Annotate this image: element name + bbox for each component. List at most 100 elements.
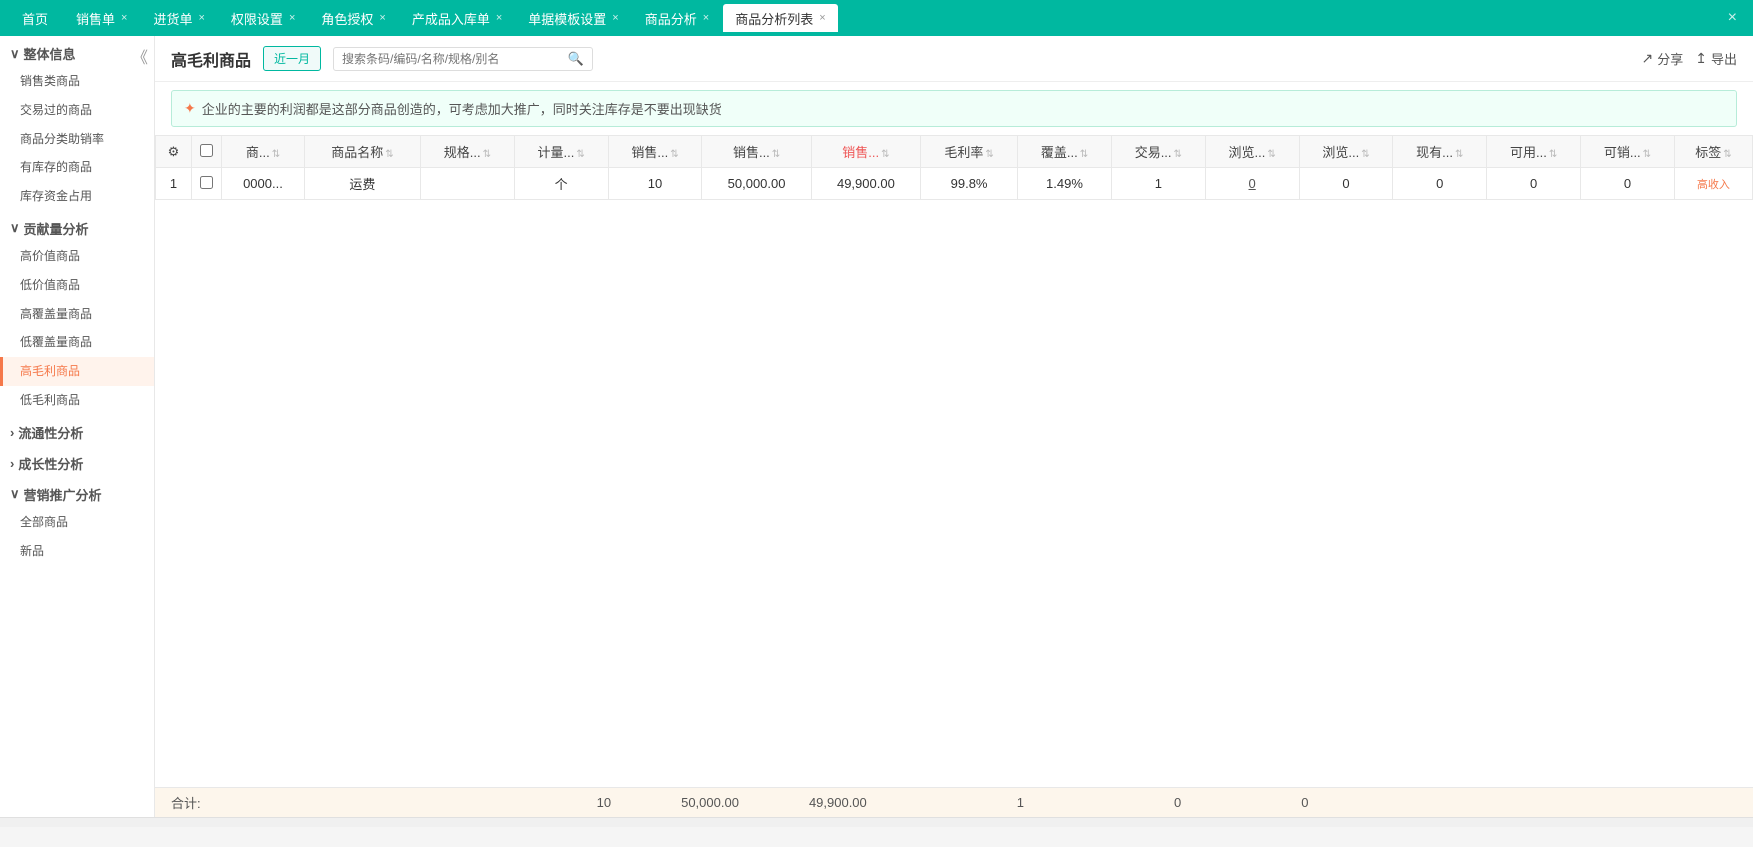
sidebar-group-growth[interactable]: › 成长性分析 <box>0 446 154 477</box>
sidebar-collapse-button[interactable]: 《 <box>132 44 148 68</box>
col-browse2[interactable]: 浏览...⇅ <box>1299 136 1393 168</box>
cell-current-stock: 0 <box>1393 168 1487 200</box>
footer-transaction: 1 <box>1017 795 1024 810</box>
filter-month-button[interactable]: 近一月 <box>263 46 321 71</box>
nav-tab-permissions[interactable]: 权限设置 × <box>219 4 307 32</box>
select-all-checkbox[interactable] <box>200 144 213 157</box>
col-coverage[interactable]: 覆盖...⇅ <box>1018 136 1112 168</box>
nav-tab-roles[interactable]: 角色授权 × <box>309 4 397 32</box>
sidebar-item-in-stock[interactable]: 有库存的商品 <box>0 153 154 182</box>
horizontal-scrollbar[interactable] <box>0 817 1753 827</box>
close-icon[interactable]: × <box>121 12 127 24</box>
close-icon[interactable]: × <box>612 12 618 24</box>
info-icon: ✦ <box>184 100 196 117</box>
footer-sales-profit: 49,900.00 <box>809 795 867 810</box>
col-spec[interactable]: 规格...⇅ <box>420 136 514 168</box>
export-button[interactable]: ↥ 导出 <box>1695 49 1737 68</box>
share-icon: ↗ <box>1642 50 1654 67</box>
nav-tab-inbound[interactable]: 产成品入库单 × <box>400 4 514 32</box>
col-available[interactable]: 可用...⇅ <box>1487 136 1581 168</box>
nav-tab-purchase[interactable]: 进货单 × <box>141 4 216 32</box>
search-box: 🔍 <box>333 47 593 71</box>
row-checkbox[interactable] <box>200 176 213 189</box>
data-table: ⚙ 商...⇅ 商品名称⇅ 规格...⇅ 计量...⇅ 销售...⇅ 销售...… <box>155 135 1753 200</box>
close-icon[interactable]: × <box>379 12 385 24</box>
search-icon[interactable]: 🔍 <box>568 51 584 67</box>
cell-spec <box>420 168 514 200</box>
chevron-right-icon: › <box>10 425 14 440</box>
sidebar-item-high-value[interactable]: 高价值商品 <box>0 242 154 271</box>
footer-sales-amount: 50,000.00 <box>681 795 739 810</box>
export-icon: ↥ <box>1695 50 1707 67</box>
sidebar-item-all-goods[interactable]: 全部商品 <box>0 508 154 537</box>
nav-tab-analysis[interactable]: 商品分析 × <box>633 4 721 32</box>
sidebar-item-sales-goods[interactable]: 销售类商品 <box>0 67 154 96</box>
footer-total-label: 合计: <box>171 793 201 812</box>
col-name[interactable]: 商品名称⇅ <box>304 136 420 168</box>
cell-coverage: 1.49% <box>1018 168 1112 200</box>
sidebar-item-low-value[interactable]: 低价值商品 <box>0 271 154 300</box>
footer-values: 10 50,000.00 49,900.00 1 0 0 <box>277 795 1309 810</box>
close-icon[interactable]: × <box>289 12 295 24</box>
sidebar-group-liquidity[interactable]: › 流通性分析 <box>0 415 154 446</box>
sidebar-group-overall[interactable]: ∨ 整体信息 <box>0 36 154 67</box>
col-checkbox[interactable] <box>192 136 222 168</box>
col-gross-margin[interactable]: 毛利率⇅ <box>921 136 1018 168</box>
sidebar-group-contribution[interactable]: ∨ 贡献量分析 <box>0 211 154 242</box>
col-transaction[interactable]: 交易...⇅ <box>1111 136 1205 168</box>
sidebar-item-category-rate[interactable]: 商品分类助销率 <box>0 125 154 154</box>
col-sales-amount[interactable]: 销售...⇅ <box>702 136 811 168</box>
share-button[interactable]: ↗ 分享 <box>1642 49 1684 68</box>
col-tag[interactable]: 标签⇅ <box>1674 136 1752 168</box>
close-all-button[interactable]: × <box>1720 9 1745 27</box>
cell-tag: 高收入 <box>1674 168 1752 200</box>
col-unit[interactable]: 计量...⇅ <box>514 136 608 168</box>
col-code[interactable]: 商...⇅ <box>222 136 305 168</box>
chevron-down-icon: ∨ <box>10 220 20 236</box>
col-current-stock[interactable]: 现有...⇅ <box>1393 136 1487 168</box>
col-settings[interactable]: ⚙ <box>156 136 192 168</box>
footer-available: 0 <box>1301 795 1308 810</box>
sidebar-item-low-margin[interactable]: 低毛利商品 <box>0 386 154 415</box>
table-header-row: ⚙ 商...⇅ 商品名称⇅ 规格...⇅ 计量...⇅ 销售...⇅ 销售...… <box>156 136 1753 168</box>
cell-sales-qty: 10 <box>608 168 702 200</box>
close-icon[interactable]: × <box>819 12 825 24</box>
search-input[interactable] <box>342 52 564 66</box>
sidebar-item-low-coverage[interactable]: 低覆盖量商品 <box>0 328 154 357</box>
col-sales-profit[interactable]: 销售...⇅ <box>811 136 920 168</box>
nav-tab-sales[interactable]: 销售单 × <box>64 4 139 32</box>
cell-unit: 个 <box>514 168 608 200</box>
nav-home[interactable]: 首页 <box>8 4 62 32</box>
close-icon[interactable]: × <box>703 12 709 24</box>
cell-sales-profit: 49,900.00 <box>811 168 920 200</box>
nav-tab-template[interactable]: 单据模板设置 × <box>516 4 630 32</box>
cell-checkbox[interactable] <box>192 168 222 200</box>
table-body: 1 0000... 运费 个 10 50,000.00 49,900.00 99… <box>156 168 1753 200</box>
top-navigation: 首页 销售单 × 进货单 × 权限设置 × 角色授权 × 产成品入库单 × 单据… <box>0 0 1753 36</box>
sidebar-item-capital[interactable]: 库存资金占用 <box>0 182 154 211</box>
sidebar-group-marketing[interactable]: ∨ 营销推广分析 <box>0 477 154 508</box>
chevron-down-icon: ∨ <box>10 46 20 62</box>
info-banner: ✦ 企业的主要的利润都是这部分商品创造的，可考虑加大推广，同时关注库存是不要出现… <box>171 90 1737 127</box>
cell-sales-amount: 50,000.00 <box>702 168 811 200</box>
cell-code: 0000... <box>222 168 305 200</box>
cell-transaction: 1 <box>1111 168 1205 200</box>
cell-gross-margin: 99.8% <box>921 168 1018 200</box>
col-saleable[interactable]: 可销...⇅ <box>1581 136 1675 168</box>
data-table-wrapper: ⚙ 商...⇅ 商品名称⇅ 规格...⇅ 计量...⇅ 销售...⇅ 销售...… <box>155 135 1753 787</box>
chevron-down-icon: ∨ <box>10 486 20 502</box>
header-actions: ↗ 分享 ↥ 导出 <box>1642 49 1738 68</box>
col-browse1[interactable]: 浏览...⇅ <box>1205 136 1299 168</box>
close-icon[interactable]: × <box>496 12 502 24</box>
chevron-right-icon: › <box>10 456 14 471</box>
page-title: 高毛利商品 <box>171 47 251 71</box>
nav-tab-analysis-list[interactable]: 商品分析列表 × <box>723 4 837 32</box>
sidebar-item-traded-goods[interactable]: 交易过的商品 <box>0 96 154 125</box>
cell-browse1[interactable]: 0 <box>1205 168 1299 200</box>
sidebar-item-high-margin[interactable]: 高毛利商品 <box>0 357 154 386</box>
col-sales-qty[interactable]: 销售...⇅ <box>608 136 702 168</box>
sidebar-item-high-coverage[interactable]: 高覆盖量商品 <box>0 300 154 329</box>
close-icon[interactable]: × <box>198 12 204 24</box>
cell-available: 0 <box>1487 168 1581 200</box>
sidebar-item-new-goods[interactable]: 新品 <box>0 537 154 566</box>
